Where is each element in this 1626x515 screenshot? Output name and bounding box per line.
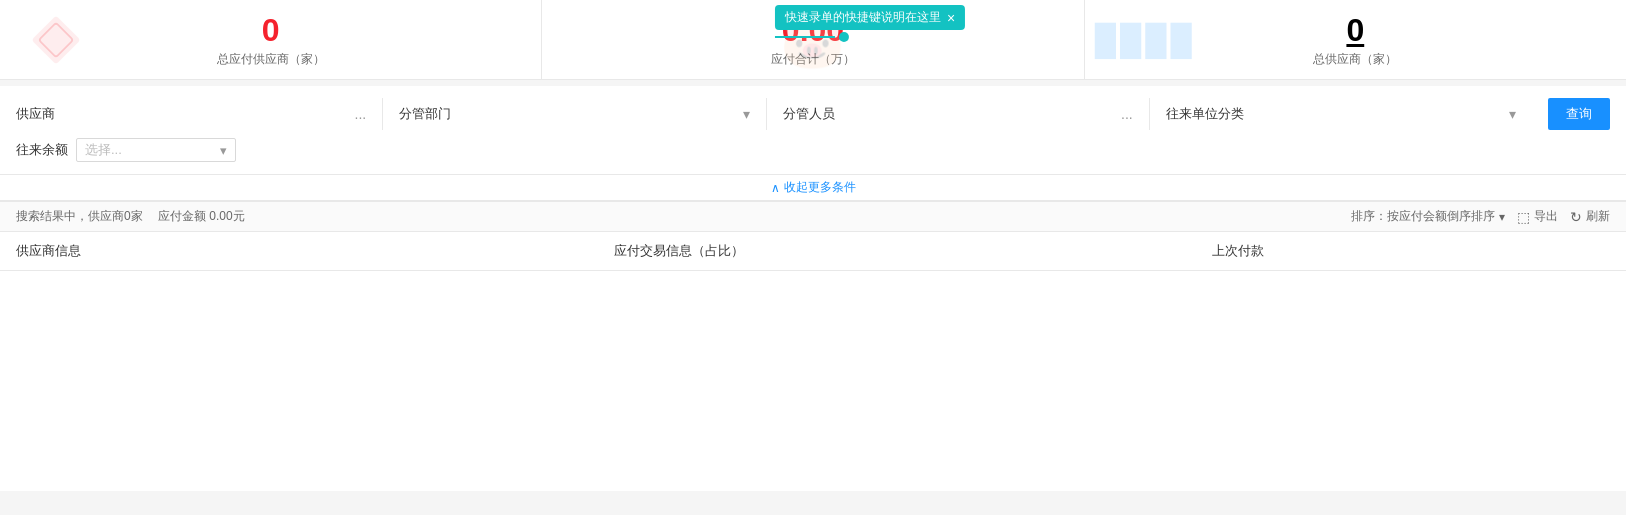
col-payable-transactions: 应付交易信息（占比） <box>614 242 1212 260</box>
total-suppliers-label: 总供应商（家） <box>1313 51 1397 68</box>
unit-category-field: 往来单位分类 ▾ <box>1150 98 1532 130</box>
collapse-bar: ∧ 收起更多条件 <box>0 175 1626 201</box>
payable-total-label: 应付合计（万） <box>771 51 855 68</box>
export-label: 导出 <box>1534 208 1558 225</box>
sort-selector[interactable]: 排序：按应付会额倒序排序 ▾ <box>1351 208 1505 225</box>
supplier-ellipsis[interactable]: ... <box>355 106 367 122</box>
tooltip-close-icon[interactable]: × <box>947 10 955 26</box>
bg-decoration: ████ <box>1095 23 1196 57</box>
result-text: 搜索结果中，供应商0家 <box>16 209 143 223</box>
export-icon: ⬚ <box>1517 209 1530 225</box>
manager-ellipsis[interactable]: ... <box>1121 106 1133 122</box>
col-last-payment: 上次付款 <box>1212 242 1611 260</box>
supplier-label: 供应商 <box>16 105 68 123</box>
supplier-field: 供应商 ... <box>16 98 383 130</box>
result-summary: 搜索结果中，供应商0家 应付金额 0.00元 <box>16 208 245 225</box>
unit-category-input[interactable] <box>1244 107 1509 122</box>
filter-row-1: 供应商 ... 分管部门 ▾ 分管人员 ... 往来单位分类 ▾ 查询 <box>16 98 1610 130</box>
manager-label: 分管人员 <box>783 105 835 123</box>
manager-field: 分管人员 ... <box>767 98 1150 130</box>
tooltip-dot <box>839 32 849 42</box>
payable-suppliers-number: 0 <box>262 11 280 49</box>
summary-payable-suppliers: 0 总应付供应商（家） <box>0 0 542 79</box>
query-button[interactable]: 查询 <box>1548 98 1610 130</box>
department-field: 分管部门 ▾ <box>383 98 766 130</box>
tooltip-container: 快速录单的快捷键说明在这里 × <box>775 5 965 42</box>
balance-placeholder: 选择... <box>85 141 122 159</box>
filter-row-2: 往来余额 选择... ▾ <box>16 138 1610 162</box>
result-amount: 应付金额 0.00元 <box>158 209 245 223</box>
col-supplier-info: 供应商信息 <box>16 242 614 260</box>
refresh-button[interactable]: ↻ 刷新 <box>1570 208 1610 225</box>
unit-category-dropdown-icon[interactable]: ▾ <box>1509 106 1516 122</box>
summary-payable-total: 🐷 快速录单的快捷键说明在这里 × 0.00 应付合计（万） <box>542 0 1084 79</box>
balance-select[interactable]: 选择... ▾ <box>76 138 236 162</box>
department-input[interactable] <box>451 107 742 122</box>
table-header: 供应商信息 应付交易信息（占比） 上次付款 <box>0 232 1626 271</box>
collapse-chevron-icon: ∧ <box>771 181 780 195</box>
sort-label: 排序：按应付会额倒序排序 <box>1351 208 1495 225</box>
export-button[interactable]: ⬚ 导出 <box>1517 208 1558 225</box>
summary-bar: 0 总应付供应商（家） 🐷 快速录单的快捷键说明在这里 × 0.00 应付合计（… <box>0 0 1626 80</box>
result-actions: 排序：按应付会额倒序排序 ▾ ⬚ 导出 ↻ 刷新 <box>1351 208 1610 225</box>
balance-label: 往来余额 <box>16 141 68 159</box>
total-suppliers-number: 0 <box>1346 11 1364 49</box>
refresh-icon: ↻ <box>1570 209 1582 225</box>
unit-category-label: 往来单位分类 <box>1166 105 1244 123</box>
result-bar: 搜索结果中，供应商0家 应付金额 0.00元 排序：按应付会额倒序排序 ▾ ⬚ … <box>0 201 1626 232</box>
department-label: 分管部门 <box>399 105 451 123</box>
collapse-label: 收起更多条件 <box>784 179 856 196</box>
payable-suppliers-label: 总应付供应商（家） <box>217 51 325 68</box>
tooltip-bubble: 快速录单的快捷键说明在这里 × <box>775 5 965 30</box>
diamond-icon <box>30 14 82 66</box>
table-empty-state <box>0 271 1626 491</box>
tooltip-text: 快速录单的快捷键说明在这里 <box>785 9 941 26</box>
supplier-input[interactable] <box>68 107 355 122</box>
manager-input[interactable] <box>835 107 1122 122</box>
filter-area: 供应商 ... 分管部门 ▾ 分管人员 ... 往来单位分类 ▾ 查询 往来余额… <box>0 86 1626 175</box>
table-area: 供应商信息 应付交易信息（占比） 上次付款 <box>0 232 1626 491</box>
tooltip-line <box>775 32 965 42</box>
refresh-label: 刷新 <box>1586 208 1610 225</box>
balance-dropdown-icon: ▾ <box>220 143 227 158</box>
department-dropdown-icon[interactable]: ▾ <box>743 106 750 122</box>
collapse-button[interactable]: ∧ 收起更多条件 <box>771 179 856 196</box>
sort-dropdown-icon: ▾ <box>1499 210 1505 224</box>
summary-total-suppliers: ████ 0 总供应商（家） <box>1085 0 1626 79</box>
tooltip-tail <box>775 36 835 38</box>
